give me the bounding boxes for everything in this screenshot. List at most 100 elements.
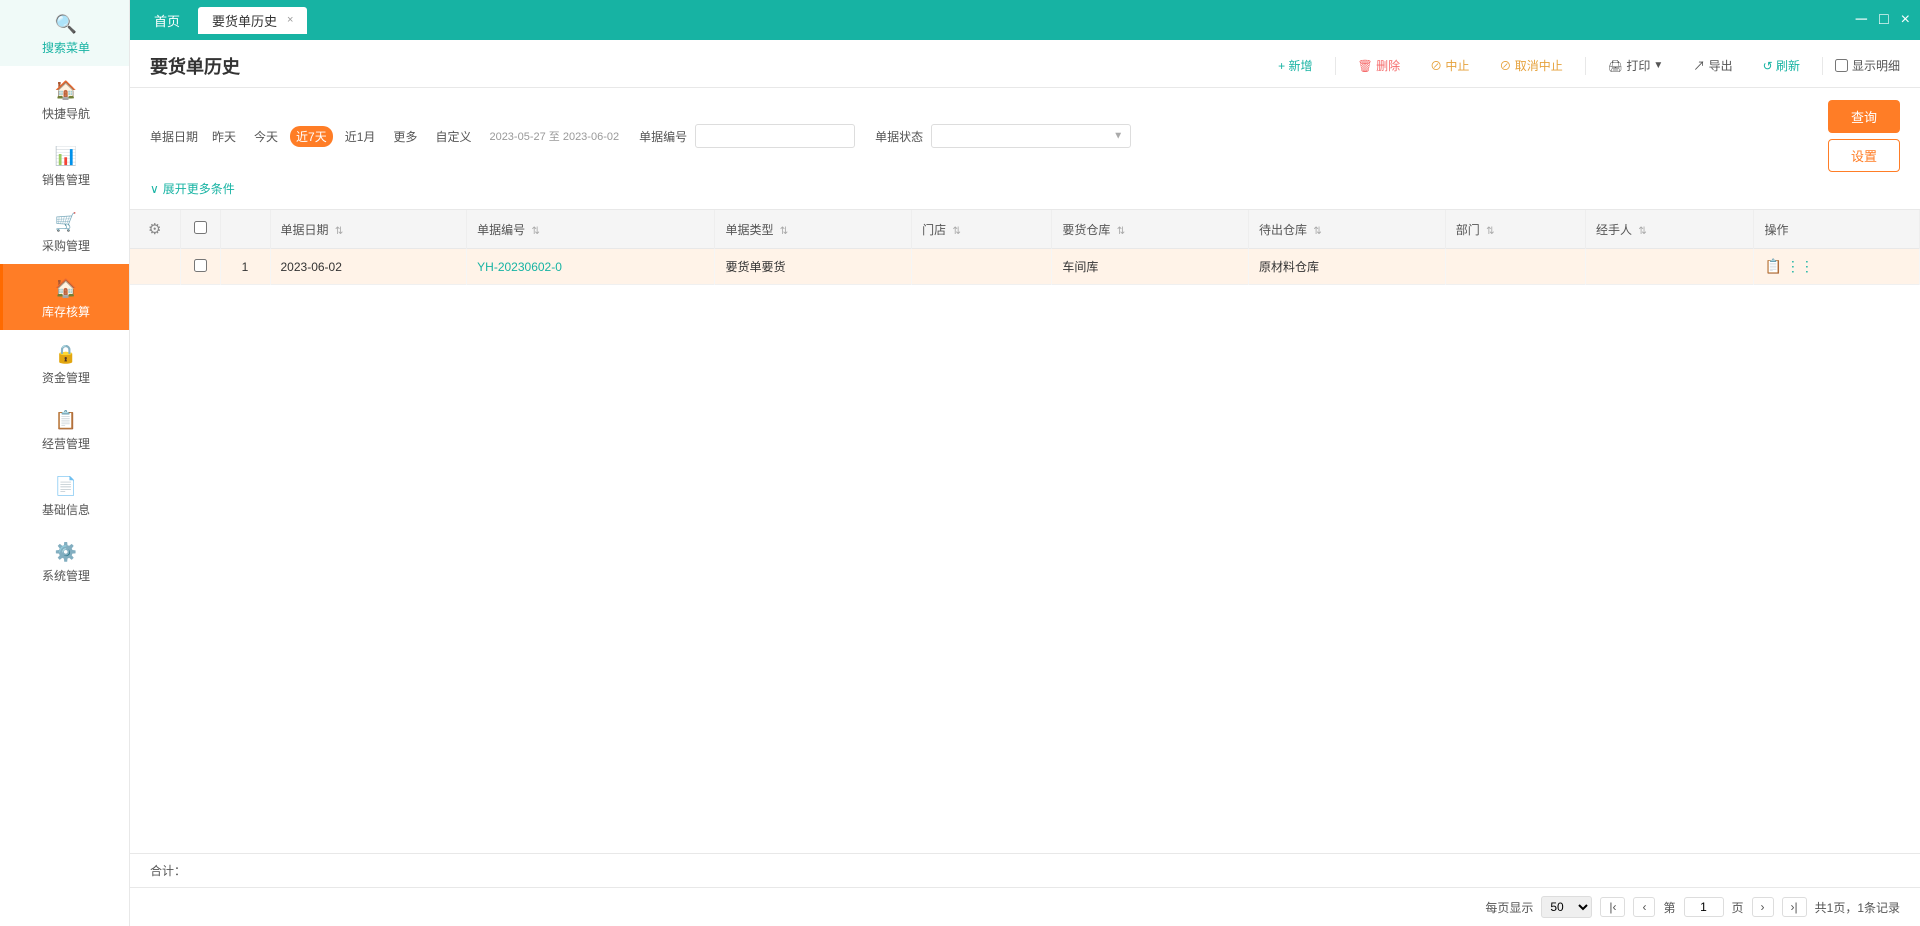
table-row: 1 2023-06-02 YH-20230602-0 要货单要货	[130, 249, 1920, 285]
tab-home[interactable]: 首页	[140, 7, 194, 34]
inventory-icon: 🏠	[55, 278, 77, 299]
sidebar-item-search[interactable]: 🔍 搜索菜单	[0, 0, 129, 66]
per-page-select[interactable]: 50 20 100 200	[1541, 896, 1592, 918]
table-body: 1 2023-06-02 YH-20230602-0 要货单要货	[130, 249, 1920, 285]
sidebar-item-basic-info[interactable]: 📄 基础信息	[0, 462, 129, 528]
td-settings	[130, 249, 180, 285]
more-icon[interactable]: ⋮⋮	[1786, 258, 1814, 275]
table-container: ⚙ 单据日期 ⇅ 单据编号 ⇅	[130, 210, 1920, 853]
home-icon: 🏠	[55, 80, 77, 101]
main-content: 首页 要货单历史 × ─ □ × 要货单历史 + 新增 🗑 删除	[130, 0, 1920, 926]
td-store	[912, 249, 1052, 285]
action-icons: 📋 ⋮⋮	[1764, 258, 1909, 275]
sort-store-icon: ⇅	[952, 226, 960, 237]
sort-bill-type-icon: ⇅	[780, 226, 788, 237]
sort-req-warehouse-icon: ⇅	[1117, 226, 1125, 237]
th-handler: 经手人 ⇅	[1586, 210, 1754, 249]
maximize-icon[interactable]: □	[1879, 11, 1889, 29]
cancel-stop-button[interactable]: ⊘ 取消中止	[1489, 52, 1572, 79]
bill-no-link[interactable]: YH-20230602-0	[477, 260, 562, 274]
sort-department-icon: ⇅	[1486, 226, 1494, 237]
td-num: 1	[220, 249, 270, 285]
select-all-checkbox[interactable]	[194, 221, 207, 234]
th-checkbox	[180, 210, 220, 249]
sidebar-item-sales[interactable]: 📊 销售管理	[0, 132, 129, 198]
prev-page-button[interactable]: ‹	[1633, 897, 1655, 917]
per-page-label: 每页显示	[1485, 899, 1533, 916]
minimize-icon[interactable]: ─	[1856, 11, 1867, 29]
filter-date: 单据日期 昨天 今天 近7天 近1月 更多 自定义 2023-05-27 至 2…	[150, 126, 619, 147]
date-opt-yesterday[interactable]: 昨天	[206, 126, 242, 147]
delete-button[interactable]: 🗑 删除	[1348, 52, 1411, 79]
row-checkbox[interactable]	[194, 259, 207, 272]
export-button[interactable]: ↗ 导出	[1683, 52, 1742, 79]
sidebar-item-inventory[interactable]: 🏠 库存核算	[0, 264, 129, 330]
filter-status: 单据状态	[875, 124, 1131, 148]
settings-button[interactable]: 设置	[1828, 139, 1900, 172]
sort-date-icon: ⇅	[335, 226, 343, 237]
date-opt-more[interactable]: 更多	[387, 126, 423, 147]
status-select[interactable]	[931, 124, 1131, 148]
display-detail-checkbox[interactable]	[1835, 59, 1848, 72]
sidebar-item-purchase[interactable]: 🛒 采购管理	[0, 198, 129, 264]
sidebar-item-quick-nav[interactable]: 🏠 快捷导航	[0, 66, 129, 132]
tab-close-icon[interactable]: ×	[287, 14, 293, 26]
bill-no-label: 单据编号	[639, 128, 687, 145]
th-settings: ⚙	[130, 210, 180, 249]
display-detail-toggle[interactable]: 显示明细	[1835, 57, 1900, 74]
table-settings-icon[interactable]: ⚙	[148, 221, 161, 238]
date-opt-7days[interactable]: 近7天	[290, 126, 333, 147]
purchase-icon: 🛒	[55, 212, 77, 233]
print-button[interactable]: 🖨 打印 ▼	[1598, 52, 1673, 79]
sales-icon: 📊	[55, 146, 77, 167]
date-opt-custom[interactable]: 自定义	[429, 126, 477, 147]
filter-bar: 单据日期 昨天 今天 近7天 近1月 更多 自定义 2023-05-27 至 2…	[130, 88, 1920, 210]
td-bill-type: 要货单要货	[715, 249, 912, 285]
sidebar: 🔍 搜索菜单 🏠 快捷导航 📊 销售管理 🛒 采购管理 🏠 库存核算 🔒 资金管…	[0, 0, 130, 926]
sort-handler-icon: ⇅	[1638, 226, 1646, 237]
th-operation: 操作	[1754, 210, 1920, 249]
date-range: 2023-05-27 至 2023-06-02	[489, 128, 619, 144]
window-close-icon[interactable]: ×	[1901, 11, 1910, 29]
date-options: 昨天 今天 近7天 近1月 更多 自定义	[206, 126, 477, 147]
tab-active[interactable]: 要货单历史 ×	[198, 7, 307, 34]
first-page-button[interactable]: |‹	[1600, 897, 1625, 917]
date-opt-1month[interactable]: 近1月	[339, 126, 382, 147]
edit-icon[interactable]: 📋	[1764, 258, 1781, 275]
filter-bill-no: 单据编号	[639, 124, 855, 148]
footer-total: 合计：	[150, 862, 186, 879]
page-header: 要货单历史 + 新增 🗑 删除 ⊘ 中止 ⊘ 取消中止 🖨 打印	[130, 40, 1920, 88]
filter-row: 单据日期 昨天 今天 近7天 近1月 更多 自定义 2023-05-27 至 2…	[150, 100, 1900, 172]
th-store: 门店 ⇅	[912, 210, 1052, 249]
bill-no-input[interactable]	[695, 124, 855, 148]
print-chevron-icon: ▼	[1653, 60, 1663, 71]
sidebar-item-operation[interactable]: 📋 经营管理	[0, 396, 129, 462]
stop-button[interactable]: ⊘ 中止	[1420, 52, 1479, 79]
status-select-wrap	[931, 124, 1131, 148]
system-icon: ⚙️	[55, 542, 77, 563]
date-opt-today[interactable]: 今天	[248, 126, 284, 147]
expand-more[interactable]: ∨ 展开更多条件	[150, 180, 1900, 197]
th-num	[220, 210, 270, 249]
td-operation: 📋 ⋮⋮	[1754, 249, 1920, 285]
th-pending-warehouse: 待出仓库 ⇅	[1249, 210, 1446, 249]
top-bar-right: ─ □ ×	[1856, 11, 1910, 29]
next-page-button[interactable]: ›	[1752, 897, 1774, 917]
new-button[interactable]: + 新增	[1268, 52, 1322, 79]
last-page-button[interactable]: ›|	[1782, 897, 1807, 917]
toolbar-separator-2	[1585, 57, 1586, 75]
content-area: 要货单历史 + 新增 🗑 删除 ⊘ 中止 ⊘ 取消中止 🖨 打印	[130, 40, 1920, 926]
td-pending-warehouse: 原材料仓库	[1249, 249, 1446, 285]
refresh-button[interactable]: ↺ 刷新	[1753, 52, 1810, 79]
sidebar-item-finance[interactable]: 🔒 资金管理	[0, 330, 129, 396]
page-title: 要货单历史	[150, 53, 240, 79]
sort-bill-no-icon: ⇅	[532, 226, 540, 237]
query-button[interactable]: 查询	[1828, 100, 1900, 133]
sidebar-item-system[interactable]: ⚙️ 系统管理	[0, 528, 129, 594]
page-input[interactable]	[1684, 897, 1724, 917]
footer-bar: 合计：	[130, 853, 1920, 887]
top-bar: 首页 要货单历史 × ─ □ ×	[130, 0, 1920, 40]
chevron-down-icon: ∨	[150, 182, 159, 196]
toolbar-separator-1	[1335, 57, 1336, 75]
th-department: 部门 ⇅	[1445, 210, 1585, 249]
